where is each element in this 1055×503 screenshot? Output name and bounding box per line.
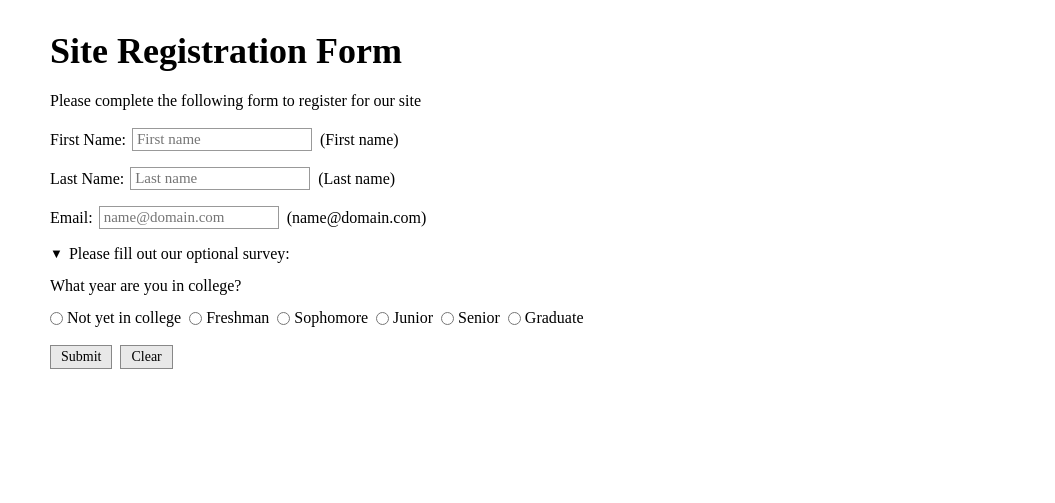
page-title: Site Registration Form bbox=[50, 30, 1005, 72]
radio-option-not-yet: Not yet in college bbox=[50, 309, 181, 327]
first-name-row: First Name: (First name) bbox=[50, 128, 1005, 151]
radio-label-graduate: Graduate bbox=[525, 309, 584, 327]
form-description: Please complete the following form to re… bbox=[50, 92, 1005, 110]
email-label: Email: bbox=[50, 209, 93, 227]
radio-not-yet-in-college[interactable] bbox=[50, 312, 63, 325]
button-row: Submit Clear bbox=[50, 345, 1005, 369]
survey-toggle[interactable]: ▼ Please fill out our optional survey: bbox=[50, 245, 1005, 263]
survey-question: What year are you in college? bbox=[50, 277, 1005, 295]
radio-junior[interactable] bbox=[376, 312, 389, 325]
radio-label-sophomore: Sophomore bbox=[294, 309, 368, 327]
first-name-hint: (First name) bbox=[320, 131, 399, 149]
first-name-label: First Name: bbox=[50, 131, 126, 149]
radio-label-freshman: Freshman bbox=[206, 309, 269, 327]
last-name-label: Last Name: bbox=[50, 170, 124, 188]
radio-option-freshman: Freshman bbox=[189, 309, 269, 327]
radio-label-senior: Senior bbox=[458, 309, 500, 327]
year-radio-group: Not yet in college Freshman Sophomore Ju… bbox=[50, 309, 1005, 327]
radio-option-senior: Senior bbox=[441, 309, 500, 327]
email-hint: (name@domain.com) bbox=[287, 209, 427, 227]
radio-graduate[interactable] bbox=[508, 312, 521, 325]
submit-button[interactable]: Submit bbox=[50, 345, 112, 369]
first-name-input[interactable] bbox=[132, 128, 312, 151]
radio-freshman[interactable] bbox=[189, 312, 202, 325]
email-row: Email: (name@domain.com) bbox=[50, 206, 1005, 229]
radio-sophomore[interactable] bbox=[277, 312, 290, 325]
email-input[interactable] bbox=[99, 206, 279, 229]
radio-option-sophomore: Sophomore bbox=[277, 309, 368, 327]
last-name-hint: (Last name) bbox=[318, 170, 395, 188]
radio-senior[interactable] bbox=[441, 312, 454, 325]
radio-option-junior: Junior bbox=[376, 309, 433, 327]
radio-label-junior: Junior bbox=[393, 309, 433, 327]
triangle-icon: ▼ bbox=[50, 246, 63, 262]
radio-option-graduate: Graduate bbox=[508, 309, 584, 327]
radio-label-not-yet: Not yet in college bbox=[67, 309, 181, 327]
clear-button[interactable]: Clear bbox=[120, 345, 172, 369]
survey-toggle-label: Please fill out our optional survey: bbox=[69, 245, 290, 263]
last-name-row: Last Name: (Last name) bbox=[50, 167, 1005, 190]
last-name-input[interactable] bbox=[130, 167, 310, 190]
